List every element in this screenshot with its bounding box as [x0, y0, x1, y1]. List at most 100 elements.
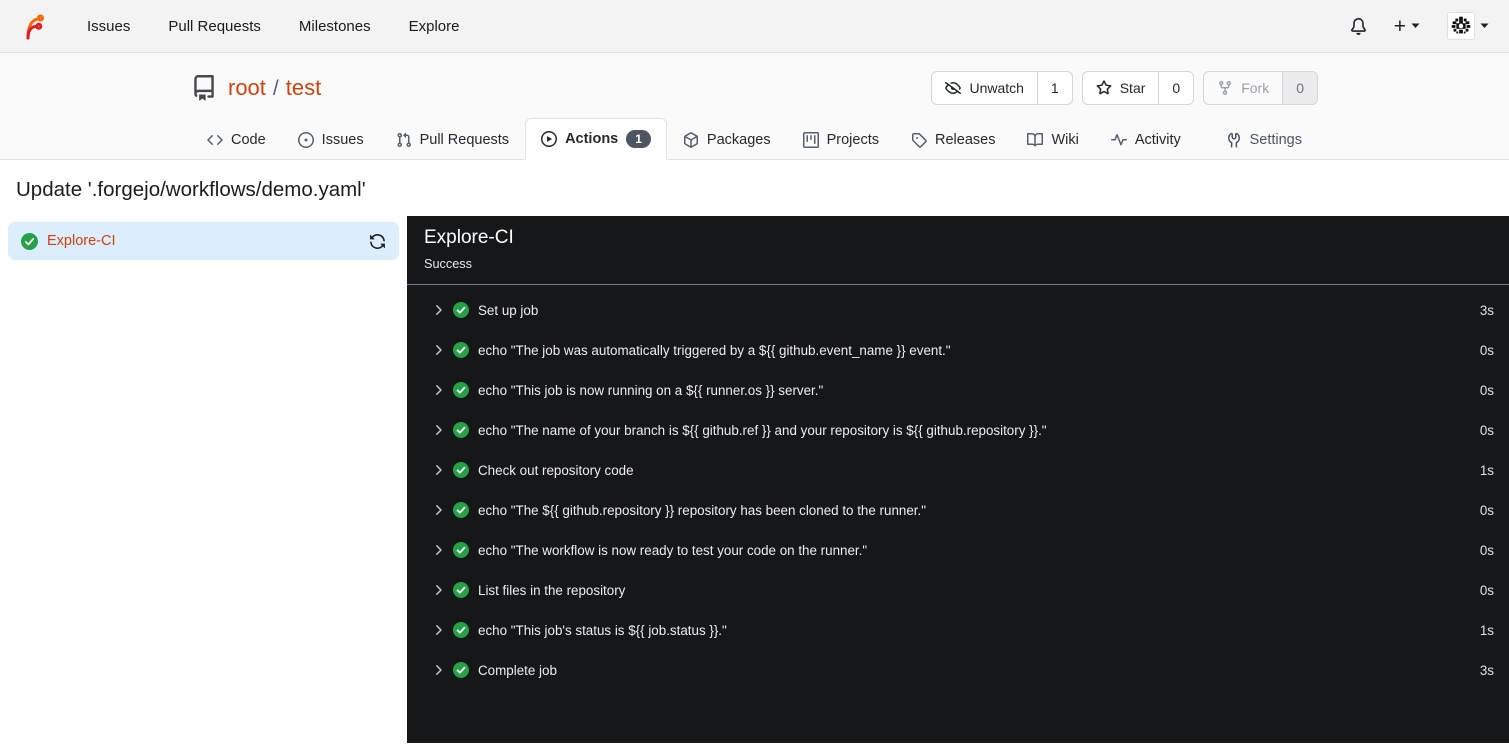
repo-header: root / test Unwatch 1 Star 0 Fork 0 Code…	[0, 53, 1509, 160]
tab-packages-label: Packages	[706, 132, 771, 148]
step-label: echo "The ${{ github.repository }} repos…	[478, 502, 926, 518]
chevron-right-icon[interactable]	[430, 622, 446, 638]
job-name: Explore-CI	[47, 233, 116, 249]
step-row[interactable]: echo "The name of your branch is ${{ git…	[407, 410, 1509, 450]
log-header: Explore-CI Success	[407, 216, 1509, 285]
user-menu-button[interactable]	[1447, 12, 1489, 40]
nav-item-issues[interactable]: Issues	[87, 18, 130, 35]
tab-packages[interactable]: Packages	[667, 120, 787, 160]
tab-activity-label: Activity	[1134, 132, 1181, 148]
step-row[interactable]: List files in the repository 0s	[407, 570, 1509, 610]
forgejo-logo-icon[interactable]	[20, 13, 47, 40]
chevron-right-icon[interactable]	[430, 582, 446, 598]
create-new-button[interactable]: +	[1394, 16, 1420, 37]
tab-wiki[interactable]: Wiki	[1011, 120, 1094, 160]
rerun-job-icon[interactable]	[369, 233, 386, 250]
log-job-status: Success	[424, 257, 472, 271]
issue-icon	[297, 132, 314, 148]
chevron-right-icon[interactable]	[430, 342, 446, 358]
tab-actions-label: Actions	[565, 131, 619, 147]
watchers-count[interactable]: 1	[1038, 72, 1072, 104]
tab-settings-label: Settings	[1249, 132, 1302, 148]
check-circle-icon	[453, 462, 469, 478]
tab-issues[interactable]: Issues	[282, 120, 380, 160]
tab-pull-requests-label: Pull Requests	[419, 132, 510, 148]
chevron-right-icon[interactable]	[430, 462, 446, 478]
check-circle-icon	[453, 342, 469, 358]
step-list: Set up job 3s echo "The job was automati…	[407, 285, 1509, 690]
check-circle-icon	[453, 382, 469, 398]
chevron-right-icon[interactable]	[430, 422, 446, 438]
main-nav: Issues Pull Requests Milestones Explore	[87, 18, 459, 35]
tab-releases[interactable]: Releases	[895, 120, 1011, 160]
chevron-down-icon	[1480, 23, 1489, 29]
check-circle-icon	[453, 582, 469, 598]
tab-code[interactable]: Code	[191, 120, 282, 160]
step-row[interactable]: echo "The ${{ github.repository }} repos…	[407, 490, 1509, 530]
repo-tabs: Code Issues Pull Requests Actions 1 Pack…	[191, 118, 1318, 160]
step-label: echo "This job is now running on a ${{ r…	[478, 382, 824, 398]
unwatch-button[interactable]: Unwatch 1	[931, 71, 1073, 105]
nav-item-milestones[interactable]: Milestones	[299, 18, 371, 35]
step-duration: 0s	[1479, 422, 1494, 438]
chevron-down-icon	[1411, 23, 1420, 29]
nav-item-explore[interactable]: Explore	[409, 18, 460, 35]
repo-name-link[interactable]: test	[286, 75, 321, 101]
chevron-right-icon[interactable]	[430, 542, 446, 558]
log-job-title: Explore-CI	[424, 227, 514, 248]
step-duration: 0s	[1479, 582, 1494, 598]
repo-owner-link[interactable]: root	[228, 75, 266, 101]
chevron-right-icon[interactable]	[430, 502, 446, 518]
step-row[interactable]: Set up job 3s	[407, 290, 1509, 330]
notifications-button[interactable]	[1350, 17, 1367, 35]
step-duration: 0s	[1479, 382, 1494, 398]
pulse-icon	[1110, 132, 1127, 148]
star-button[interactable]: Star 0	[1081, 71, 1195, 105]
step-label: echo "The name of your branch is ${{ git…	[478, 422, 1047, 438]
job-item-explore-ci[interactable]: Explore-CI	[8, 222, 399, 260]
tab-pull-requests[interactable]: Pull Requests	[380, 120, 525, 160]
step-duration: 1s	[1479, 462, 1494, 478]
tab-wiki-label: Wiki	[1051, 132, 1079, 148]
tab-activity[interactable]: Activity	[1095, 120, 1197, 160]
tab-actions[interactable]: Actions 1	[525, 118, 667, 160]
tab-code-label: Code	[231, 132, 266, 148]
repo-icon	[191, 75, 217, 101]
step-label: echo "This job's status is ${{ job.statu…	[478, 622, 727, 638]
step-row[interactable]: echo "The job was automatically triggere…	[407, 330, 1509, 370]
actions-run-page: Update '.forgejo/workflows/demo.yaml' Ex…	[0, 160, 1509, 743]
check-circle-icon	[453, 662, 469, 678]
fork-icon	[1217, 80, 1233, 96]
actions-count-badge: 1	[626, 130, 651, 148]
fork-label: Fork	[1241, 80, 1270, 96]
step-label: List files in the repository	[478, 582, 626, 598]
pull-request-icon	[396, 132, 412, 148]
step-row[interactable]: Complete job 3s	[407, 650, 1509, 690]
stars-count[interactable]: 0	[1159, 72, 1193, 104]
chevron-right-icon[interactable]	[430, 662, 446, 678]
star-icon	[1096, 80, 1112, 96]
code-icon	[207, 132, 223, 148]
job-log-panel: Explore-CI Success Set up job 3s echo "T…	[407, 216, 1509, 743]
navbar-right: +	[1350, 12, 1489, 40]
repo-separator: /	[272, 77, 279, 100]
package-icon	[683, 132, 699, 148]
step-label: echo "The workflow is now ready to test …	[478, 542, 868, 558]
chevron-right-icon[interactable]	[430, 382, 446, 398]
step-row[interactable]: Check out repository code 1s	[407, 450, 1509, 490]
play-circle-icon	[541, 131, 558, 147]
chevron-right-icon[interactable]	[430, 302, 446, 318]
step-row[interactable]: echo "This job's status is ${{ job.statu…	[407, 610, 1509, 650]
step-label: echo "The job was automatically triggere…	[478, 342, 951, 358]
forks-count: 0	[1283, 72, 1317, 104]
tab-projects[interactable]: Projects	[787, 120, 895, 160]
check-circle-icon	[453, 502, 469, 518]
step-duration: 0s	[1479, 342, 1494, 358]
nav-item-pull-requests[interactable]: Pull Requests	[168, 18, 261, 35]
step-duration: 0s	[1479, 542, 1494, 558]
step-row[interactable]: echo "This job is now running on a ${{ r…	[407, 370, 1509, 410]
step-duration: 3s	[1479, 302, 1494, 318]
tab-settings[interactable]: Settings	[1210, 120, 1318, 160]
step-row[interactable]: echo "The workflow is now ready to test …	[407, 530, 1509, 570]
step-label: Check out repository code	[478, 462, 634, 478]
